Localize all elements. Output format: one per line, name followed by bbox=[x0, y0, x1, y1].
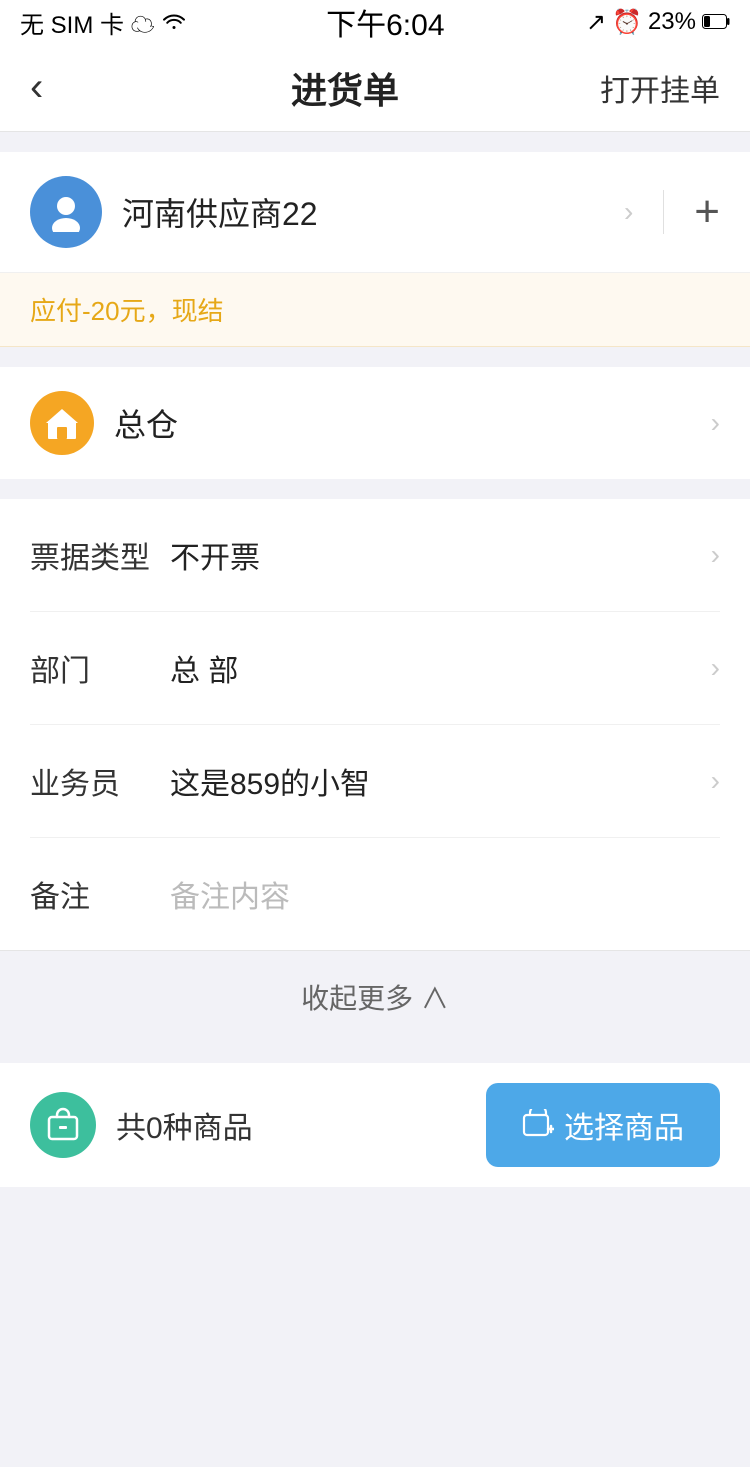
back-button[interactable]: ‹ bbox=[30, 65, 90, 110]
section-gap-3 bbox=[0, 479, 750, 499]
salesperson-chevron-icon: › bbox=[711, 765, 720, 797]
person-icon bbox=[46, 192, 86, 232]
warehouse-name: 总仓 bbox=[114, 400, 711, 446]
wifi-icon bbox=[163, 8, 185, 36]
dept-chevron-icon: › bbox=[711, 652, 720, 684]
supplier-name: 河南供应商22 bbox=[122, 189, 624, 235]
warehouse-section: 总仓 › bbox=[0, 367, 750, 479]
alarm-icon: ⏰ bbox=[612, 8, 642, 37]
bottom-space bbox=[0, 1187, 750, 1467]
invoice-value: 不开票 bbox=[170, 533, 711, 577]
supplier-row[interactable]: 河南供应商22 › + bbox=[0, 152, 750, 273]
sim-label: 无 SIM 卡 ☁ bbox=[20, 5, 155, 40]
notice-text: 应付-20元，现结 bbox=[30, 296, 224, 326]
invoice-label: 票据类型 bbox=[30, 533, 170, 577]
note-row[interactable]: 备注 备注内容 bbox=[0, 838, 750, 950]
supplier-section: 河南供应商22 › + 应付-20元，现结 bbox=[0, 152, 750, 347]
status-bar: 无 SIM 卡 ☁ 下午6:04 ↗ ⏰ 23% bbox=[0, 0, 750, 44]
salesperson-label: 业务员 bbox=[30, 759, 170, 803]
status-right: ↗ ⏰ 23% bbox=[586, 8, 730, 37]
collapse-label: 收起更多 ∧ bbox=[301, 977, 449, 1017]
dept-row[interactable]: 部门 总 部 › bbox=[0, 612, 750, 724]
collapse-button[interactable]: 收起更多 ∧ bbox=[0, 950, 750, 1043]
warehouse-row[interactable]: 总仓 › bbox=[0, 367, 750, 479]
supplier-avatar bbox=[30, 176, 102, 248]
supplier-chevron-icon: › bbox=[624, 196, 633, 228]
status-left: 无 SIM 卡 ☁ bbox=[20, 5, 185, 40]
dept-label: 部门 bbox=[30, 646, 170, 690]
product-count: 共0种商品 bbox=[116, 1103, 486, 1147]
form-section: 票据类型 不开票 › 部门 总 部 › 业务员 这是859的小智 › 备注 备注… bbox=[0, 499, 750, 950]
section-gap-4 bbox=[0, 1043, 750, 1063]
section-gap-2 bbox=[0, 347, 750, 367]
dept-value: 总 部 bbox=[170, 646, 711, 690]
product-icon-wrap bbox=[30, 1092, 96, 1158]
select-product-label: 选择商品 bbox=[564, 1103, 684, 1147]
vertical-divider bbox=[663, 190, 664, 234]
notice-bar: 应付-20元，现结 bbox=[0, 273, 750, 347]
salesperson-value: 这是859的小智 bbox=[170, 759, 711, 803]
product-footer: 共0种商品 选择商品 bbox=[0, 1063, 750, 1187]
location-icon: ↗ bbox=[586, 8, 606, 37]
status-time: 下午6:04 bbox=[326, 0, 444, 44]
nav-bar: ‹ 进货单 打开挂单 bbox=[0, 44, 750, 132]
section-gap-1 bbox=[0, 132, 750, 152]
invoice-row[interactable]: 票据类型 不开票 › bbox=[0, 499, 750, 611]
warehouse-icon bbox=[44, 405, 80, 441]
add-button[interactable]: + bbox=[694, 190, 720, 234]
battery-label: 23% bbox=[648, 8, 696, 36]
page-title: 进货单 bbox=[291, 62, 399, 114]
warehouse-icon-wrap bbox=[30, 391, 94, 455]
salesperson-row[interactable]: 业务员 这是859的小智 › bbox=[0, 725, 750, 837]
product-icon bbox=[45, 1107, 81, 1143]
note-placeholder: 备注内容 bbox=[170, 872, 720, 916]
invoice-chevron-icon: › bbox=[711, 539, 720, 571]
select-product-icon bbox=[522, 1109, 554, 1141]
select-product-button[interactable]: 选择商品 bbox=[486, 1083, 720, 1167]
warehouse-chevron-icon: › bbox=[711, 407, 720, 439]
battery-icon bbox=[702, 8, 730, 36]
note-label: 备注 bbox=[30, 872, 170, 916]
open-pending-button[interactable]: 打开挂单 bbox=[600, 66, 720, 110]
